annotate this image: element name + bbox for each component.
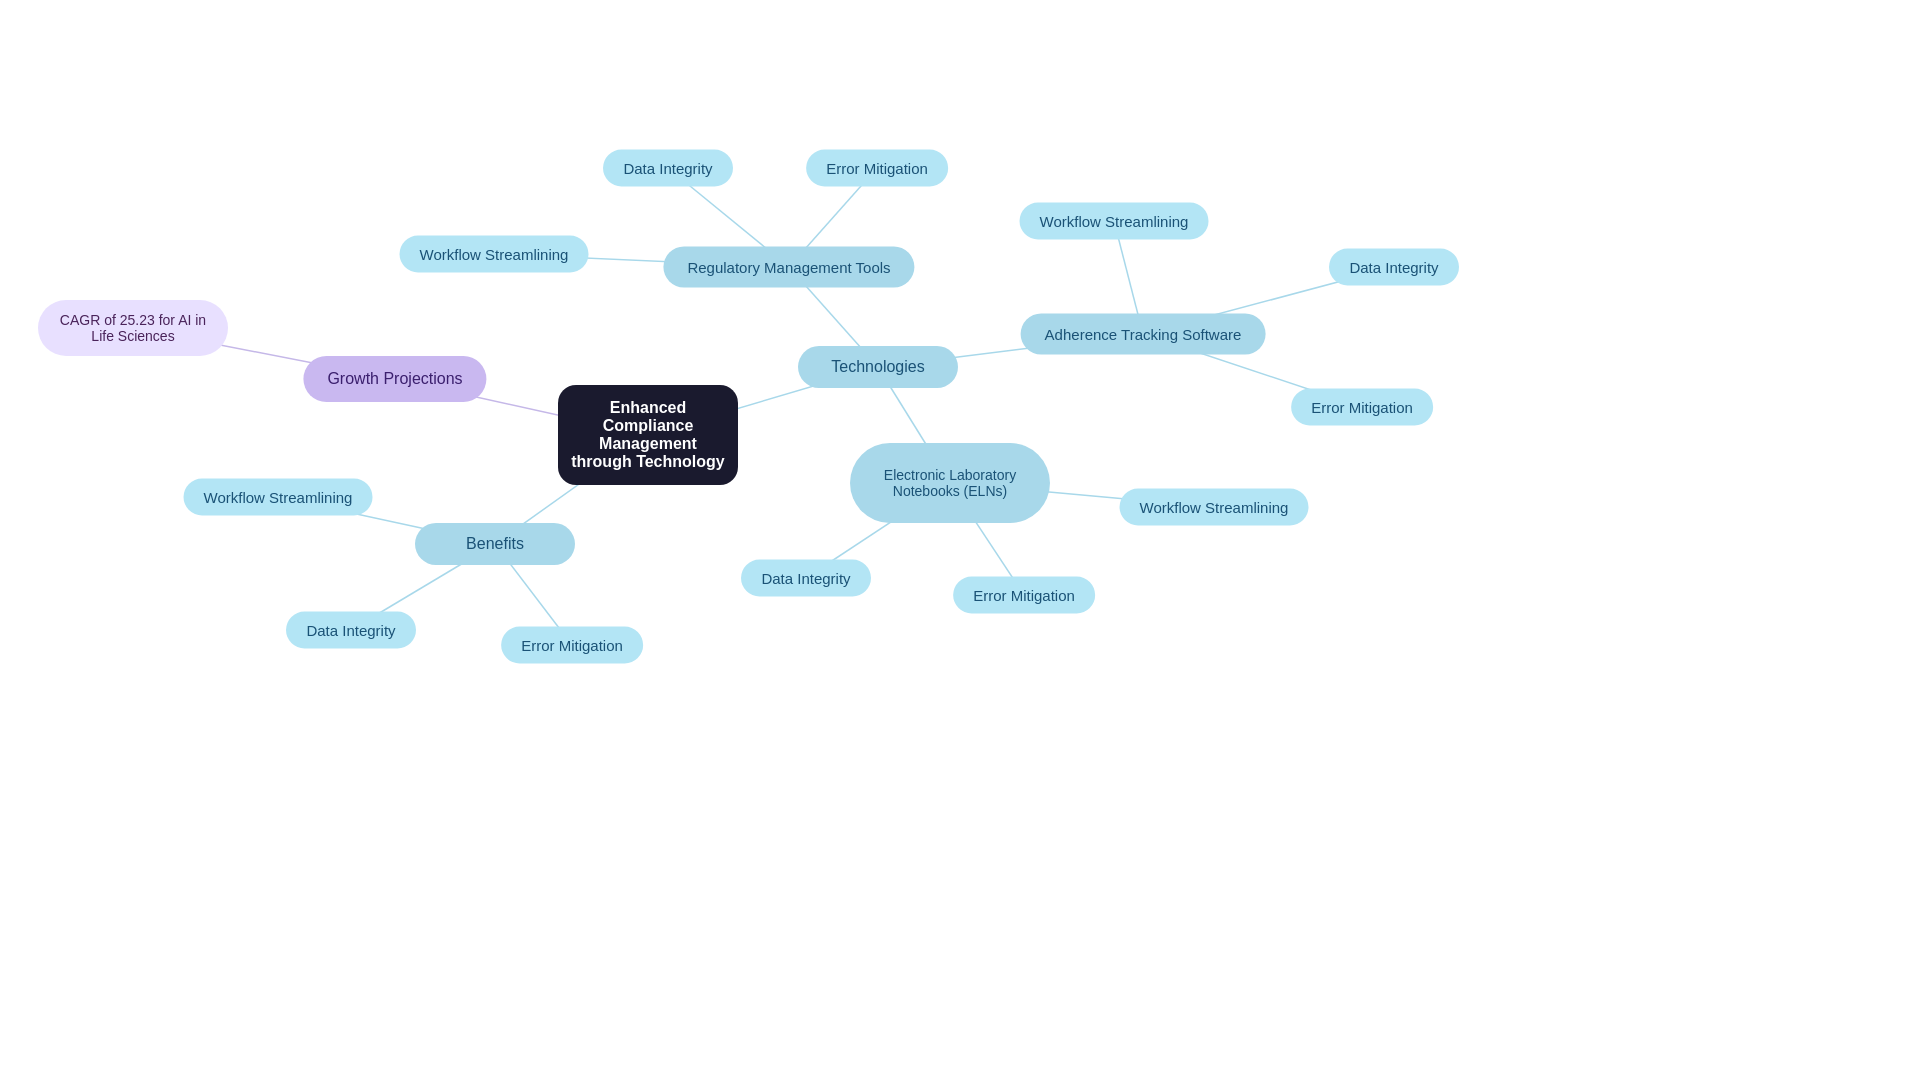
cagr-node[interactable]: CAGR of 25.23 for AI in Life Sciences xyxy=(38,300,228,356)
benefits-node[interactable]: Benefits xyxy=(415,523,575,565)
adherence-tracking-node[interactable]: Adherence Tracking Software xyxy=(1021,314,1266,355)
data-integrity-reg-node[interactable]: Data Integrity xyxy=(603,150,733,187)
workflow-streamlining-benefits-node[interactable]: Workflow Streamlining xyxy=(184,479,373,516)
error-mitigation-eln-node[interactable]: Error Mitigation xyxy=(953,577,1095,614)
growth-projections-node[interactable]: Growth Projections xyxy=(303,356,486,402)
workflow-streamlining-adh-node[interactable]: Workflow Streamlining xyxy=(1020,203,1209,240)
eln-node[interactable]: Electronic Laboratory Notebooks (ELNs) xyxy=(850,443,1050,523)
center-node[interactable]: Enhanced Compliance Management through T… xyxy=(558,385,738,485)
technologies-node[interactable]: Technologies xyxy=(798,346,958,388)
regulatory-tools-node[interactable]: Regulatory Management Tools xyxy=(663,247,914,288)
data-integrity-eln-node[interactable]: Data Integrity xyxy=(741,560,871,597)
error-mitigation-reg-node[interactable]: Error Mitigation xyxy=(806,150,948,187)
workflow-streamlining-eln-node[interactable]: Workflow Streamlining xyxy=(1120,489,1309,526)
workflow-streamlining-reg-node[interactable]: Workflow Streamlining xyxy=(400,236,589,273)
error-mitigation-adh-node[interactable]: Error Mitigation xyxy=(1291,389,1433,426)
error-mitigation-benefits-node[interactable]: Error Mitigation xyxy=(501,627,643,664)
data-integrity-benefits-node[interactable]: Data Integrity xyxy=(286,612,416,649)
data-integrity-adh-node[interactable]: Data Integrity xyxy=(1329,249,1459,286)
